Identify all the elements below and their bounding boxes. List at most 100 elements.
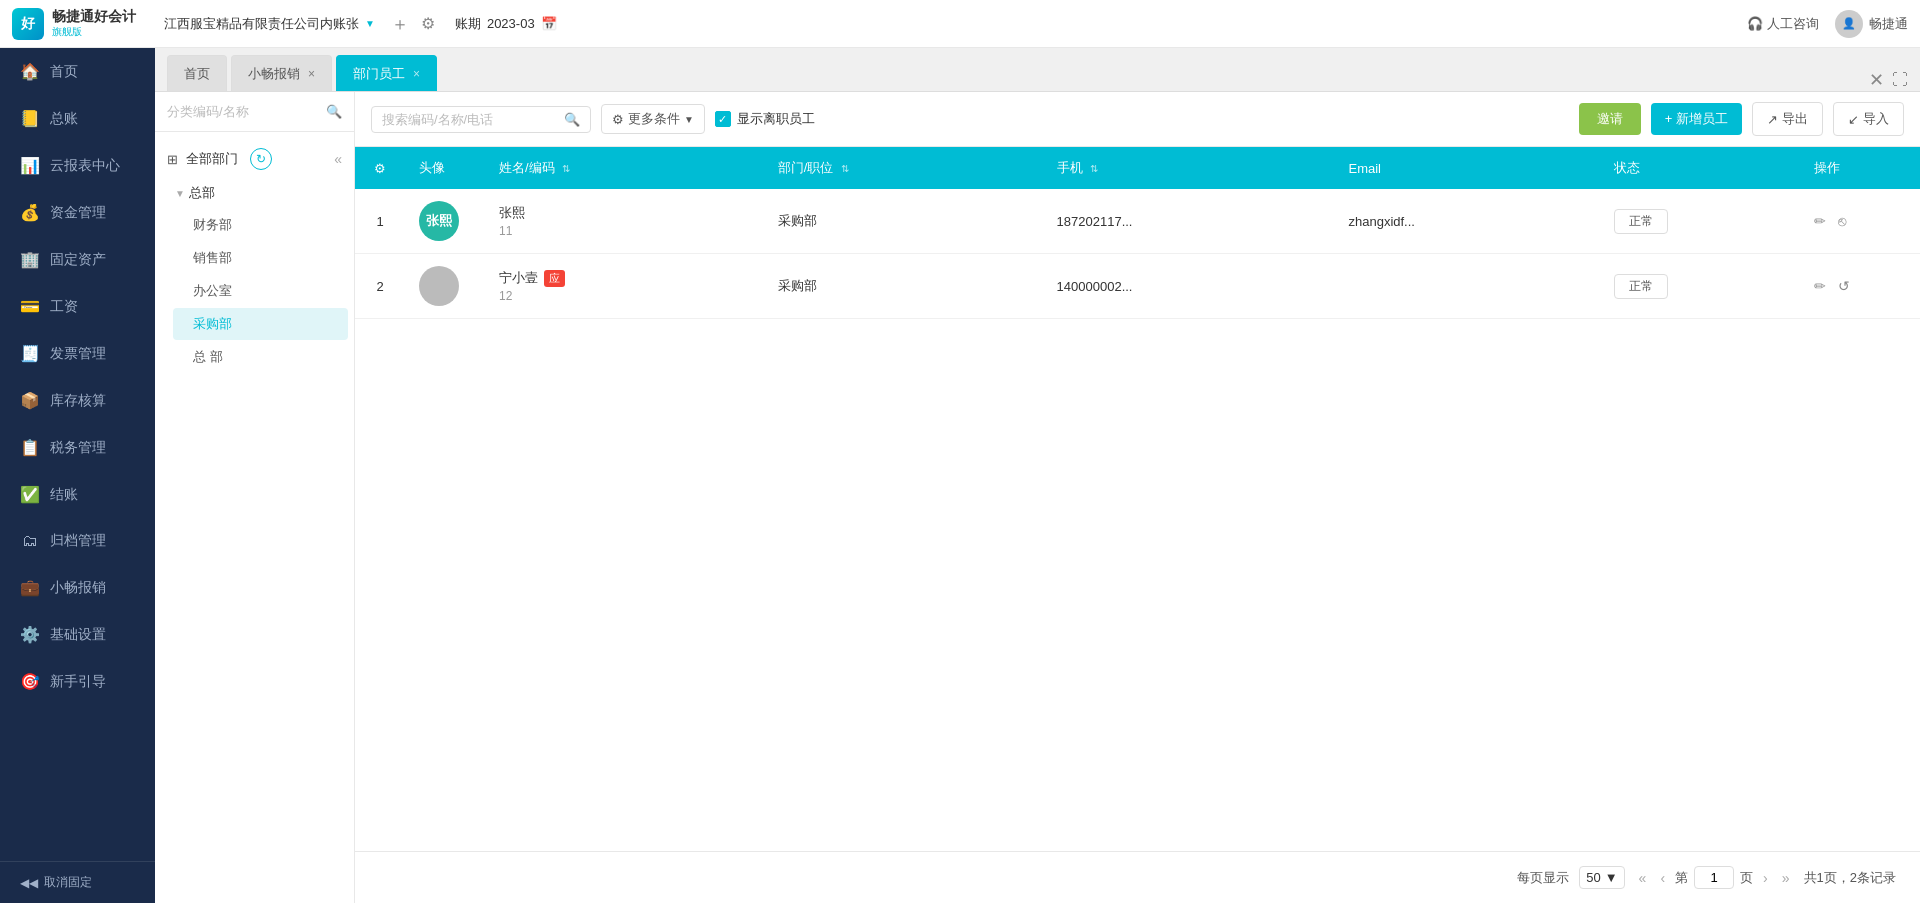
period-selector[interactable]: 账期 2023-03 📅 (455, 15, 557, 33)
add-employee-button[interactable]: + 新增员工 (1651, 103, 1742, 135)
more-filter-label: 更多条件 (628, 110, 680, 128)
sidebar-item-tax[interactable]: 📋 税务管理 (0, 424, 155, 471)
next-page-button[interactable]: › (1759, 868, 1772, 888)
tax-icon: 📋 (20, 438, 40, 457)
page-input[interactable] (1694, 866, 1734, 889)
edit-button[interactable]: ✏ (1814, 213, 1826, 229)
dept-search: 🔍 (155, 92, 354, 132)
add-company-button[interactable]: ＋ (391, 12, 409, 36)
home-icon: 🏠 (20, 62, 40, 81)
tab-expense[interactable]: 小畅报销 × (231, 55, 332, 91)
dept-item-general[interactable]: 总 部 (173, 341, 348, 373)
col-dept-position[interactable]: 部门/职位 ⇅ (764, 147, 1043, 189)
sidebar: 🏠 首页 📒 总账 📊 云报表中心 💰 资金管理 🏢 固定资产 💳 工资 🧾 发… (0, 48, 155, 903)
last-page-button[interactable]: » (1778, 868, 1794, 888)
row-email: zhangxidf... (1334, 189, 1600, 254)
cancel-pin-label: 取消固定 (44, 874, 92, 891)
sort-icon: ⇅ (841, 163, 849, 174)
period-label: 账期 (455, 15, 481, 33)
tab-home[interactable]: 首页 (167, 55, 227, 91)
user-menu[interactable]: 👤 畅捷通 (1835, 10, 1908, 38)
edit-button[interactable]: ✏ (1814, 278, 1826, 294)
status-badge: 正常 (1614, 209, 1668, 234)
first-page-button[interactable]: « (1635, 868, 1651, 888)
search-icon[interactable]: 🔍 (564, 112, 580, 127)
sidebar-item-label: 工资 (50, 298, 78, 316)
toolbar-right: 邀请 + 新增员工 ↗ 导出 ↙ 导入 (1579, 102, 1904, 136)
sidebar-item-funds[interactable]: 💰 资金管理 (0, 189, 155, 236)
tab-right-controls: ✕ ⛶ (1869, 69, 1908, 91)
top-header: 好 畅捷通好会计 旗舰版 江西服宝精品有限责任公司内账张 ▼ ＋ ⚙ 账期 20… (0, 0, 1920, 48)
col-phone[interactable]: 手机 ⇅ (1043, 147, 1335, 189)
logout-button[interactable]: ⎋ (1838, 213, 1846, 229)
checkbox-icon: ✓ (715, 111, 731, 127)
per-page-select[interactable]: 50 ▼ (1579, 866, 1624, 889)
dept-item-sales[interactable]: 销售部 (173, 242, 348, 274)
company-selector[interactable]: 江西服宝精品有限责任公司内账张 ▼ (164, 15, 375, 33)
row-name-code: 张熙 11 (485, 189, 764, 254)
col-settings[interactable]: ⚙ (355, 147, 405, 189)
employee-toolbar: 🔍 ⚙ 更多条件 ▼ ✓ 显示离职员工 邀请 + 新增员工 (355, 92, 1920, 147)
sidebar-item-checkout[interactable]: ✅ 结账 (0, 471, 155, 518)
more-filter-button[interactable]: ⚙ 更多条件 ▼ (601, 104, 705, 134)
guide-icon: 🎯 (20, 672, 40, 691)
customer-service-button[interactable]: 🎧 人工咨询 (1747, 15, 1819, 33)
status-badge: 正常 (1614, 274, 1668, 299)
import-button[interactable]: ↙ 导入 (1833, 102, 1904, 136)
search-icon[interactable]: 🔍 (326, 104, 342, 119)
invite-button[interactable]: 邀请 (1579, 103, 1641, 135)
page-total: 共1页，2条记录 (1804, 869, 1896, 887)
dept-group-title[interactable]: ▼ 总部 (167, 178, 354, 208)
close-icon[interactable]: × (308, 67, 315, 81)
all-departments-item[interactable]: ⊞ 全部部门 ↻ « (155, 140, 354, 178)
archive-icon: 🗂 (20, 532, 40, 550)
sort-icon: ⇅ (562, 163, 570, 174)
settings-icon[interactable]: ⚙ (421, 14, 435, 33)
row-dept: 采购部 (764, 189, 1043, 254)
refresh-icon[interactable]: ↻ (250, 148, 272, 170)
row-dept: 采购部 (764, 254, 1043, 319)
sidebar-item-expense[interactable]: 💼 小畅报销 (0, 564, 155, 611)
prev-page-button[interactable]: ‹ (1656, 868, 1669, 888)
avatar: 👤 (1835, 10, 1863, 38)
row-status: 正常 (1600, 254, 1800, 319)
period-value: 2023-03 (487, 16, 535, 31)
sidebar-item-assets[interactable]: 🏢 固定资产 (0, 236, 155, 283)
sidebar-item-invoice[interactable]: 🧾 发票管理 (0, 330, 155, 377)
header-right: 🎧 人工咨询 👤 畅捷通 (1747, 10, 1908, 38)
sidebar-item-label: 云报表中心 (50, 157, 120, 175)
show-resigned-checkbox[interactable]: ✓ 显示离职员工 (715, 110, 815, 128)
sidebar-item-label: 资金管理 (50, 204, 106, 222)
collapse-icon[interactable]: « (334, 151, 342, 167)
row-avatar (405, 254, 485, 319)
window-close-icon[interactable]: ✕ (1869, 69, 1884, 91)
sidebar-item-ledger[interactable]: 📒 总账 (0, 95, 155, 142)
col-action: 操作 (1800, 147, 1920, 189)
tab-bar: 首页 小畅报销 × 部门员工 × ✕ ⛶ (155, 48, 1920, 92)
cancel-pin-button[interactable]: ◀◀ 取消固定 (0, 861, 155, 903)
dept-item-purchase[interactable]: 采购部 (173, 308, 348, 340)
sidebar-item-archive[interactable]: 🗂 归档管理 (0, 518, 155, 564)
employee-code: 12 (499, 289, 750, 303)
dept-search-input[interactable] (167, 104, 320, 119)
sidebar-item-reports[interactable]: 📊 云报表中心 (0, 142, 155, 189)
sidebar-item-payroll[interactable]: 💳 工资 (0, 283, 155, 330)
employee-search-input[interactable] (382, 112, 558, 127)
export-button[interactable]: ↗ 导出 (1752, 102, 1823, 136)
dept-item-finance[interactable]: 财务部 (173, 209, 348, 241)
sidebar-item-settings[interactable]: ⚙️ 基础设置 (0, 611, 155, 658)
close-icon[interactable]: × (413, 67, 420, 81)
table-row: 1 张熙 张熙 11 (355, 189, 1920, 254)
page-content: 🔍 ⊞ 全部部门 ↻ « ▼ 总部 财务部 (155, 92, 1920, 903)
sidebar-item-inventory[interactable]: 📦 库存核算 (0, 377, 155, 424)
dept-item-office[interactable]: 办公室 (173, 275, 348, 307)
sidebar-item-label: 归档管理 (50, 532, 106, 550)
sidebar-item-guide[interactable]: 🎯 新手引导 (0, 658, 155, 705)
avatar: 张熙 (419, 201, 459, 241)
col-name-code[interactable]: 姓名/编码 ⇅ (485, 147, 764, 189)
tab-department[interactable]: 部门员工 × (336, 55, 437, 91)
grid-icon: ⊞ (167, 152, 178, 167)
sidebar-item-home[interactable]: 🏠 首页 (0, 48, 155, 95)
window-expand-icon[interactable]: ⛶ (1892, 71, 1908, 89)
delete-button[interactable]: ↺ (1838, 278, 1850, 294)
